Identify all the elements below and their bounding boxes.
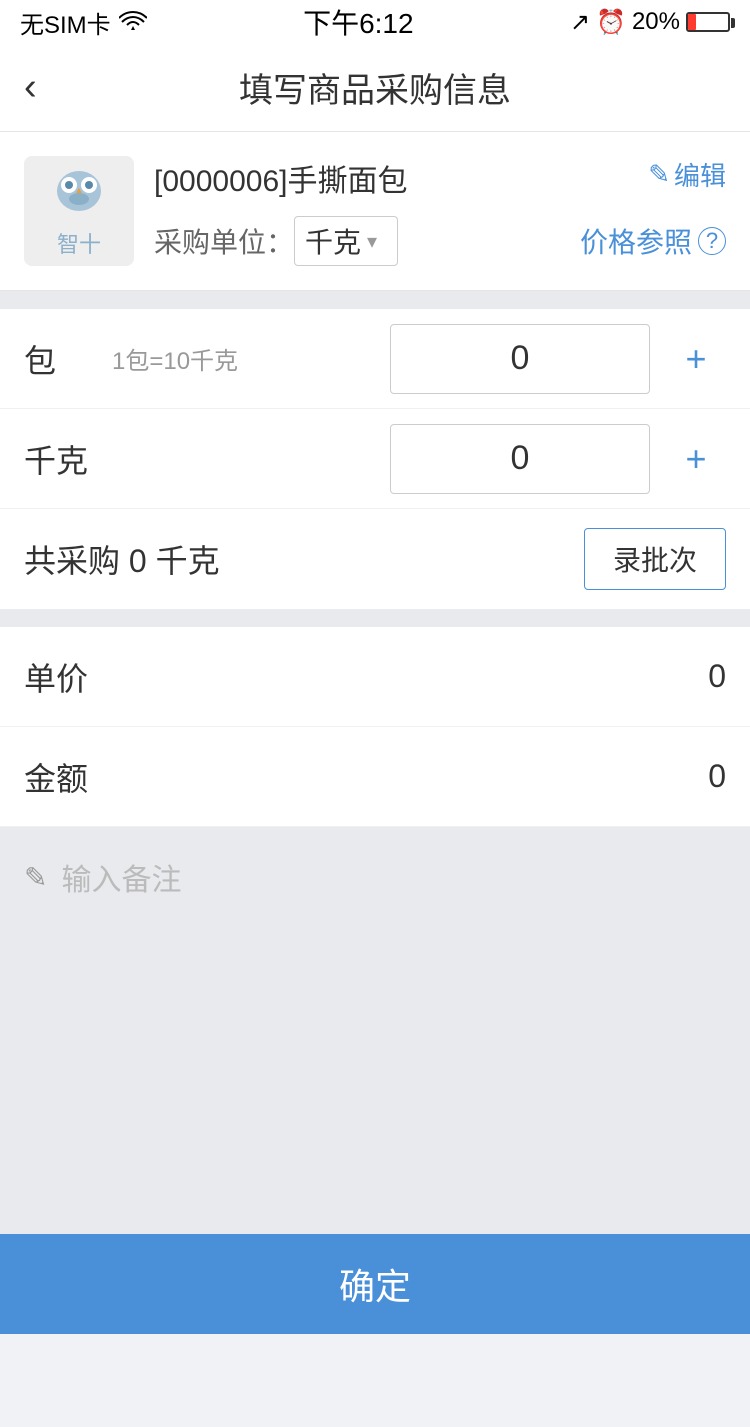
unit-select-value: 千克: [305, 221, 361, 261]
summary-row: 共采购 0 千克 录批次: [0, 509, 750, 609]
price-ref-label: 价格参照: [580, 221, 692, 261]
kg-input-wrap: +: [104, 424, 726, 494]
status-left: 无SIM卡: [20, 5, 147, 40]
bao-plus-button[interactable]: +: [666, 329, 726, 389]
record-batch-button[interactable]: 录批次: [584, 528, 726, 590]
kg-input[interactable]: [390, 424, 650, 494]
nav-bar: ‹ 填写商品采购信息: [0, 44, 750, 132]
status-right: ↗ ⏰ 20%: [570, 8, 730, 37]
edit-button[interactable]: ✎编辑: [648, 156, 726, 193]
carrier-label: 无SIM卡: [20, 5, 111, 40]
alarm-icon: ⏰: [596, 8, 626, 37]
wifi-icon: [119, 8, 147, 37]
battery-label: 20%: [632, 8, 680, 36]
section-divider-2: [0, 609, 750, 627]
location-icon: ↗: [570, 8, 590, 37]
chevron-down-icon: ▾: [367, 229, 377, 254]
bao-input[interactable]: [390, 324, 650, 394]
amount-row: 金额 0: [0, 727, 750, 827]
battery-icon: [686, 12, 730, 32]
bao-label: 包: [24, 336, 104, 382]
pencil-icon: ✎: [24, 861, 47, 894]
confirm-button[interactable]: 确定: [0, 1234, 750, 1334]
bao-input-wrap: +: [238, 324, 726, 394]
remark-placeholder: 输入备注: [61, 855, 181, 899]
product-logo-text: 智十: [57, 227, 101, 259]
bao-row: 包 1包=10千克 +: [0, 309, 750, 409]
page-title: 填写商品采购信息: [239, 63, 511, 112]
kg-label: 千克: [24, 436, 104, 482]
help-icon: ?: [698, 227, 726, 255]
product-card: 智十 [0000006]手撕面包 ✎编辑 采购单位： 千克 ▾ 价格参照 ?: [0, 132, 750, 291]
remark-section[interactable]: ✎ 输入备注: [0, 827, 750, 927]
product-info: [0000006]手撕面包 ✎编辑 采购单位： 千克 ▾ 价格参照 ?: [154, 156, 726, 266]
kg-plus-button[interactable]: +: [666, 429, 726, 489]
kg-row: 千克 +: [0, 409, 750, 509]
unit-price-label: 单价: [24, 654, 88, 700]
status-bar: 无SIM卡 下午6:12 ↗ ⏰ 20%: [0, 0, 750, 44]
status-time: 下午6:12: [303, 2, 414, 42]
product-logo: 智十: [24, 156, 134, 266]
summary-text: 共采购 0 千克: [24, 536, 220, 582]
unit-selector-group: 采购单位： 千克 ▾: [154, 216, 398, 266]
unit-select-dropdown[interactable]: 千克 ▾: [294, 216, 398, 266]
page-spacer: [0, 1327, 750, 1427]
price-ref-button[interactable]: 价格参照 ?: [580, 221, 726, 261]
unit-price-value: 0: [708, 658, 726, 695]
amount-value: 0: [708, 758, 726, 795]
product-unit-row: 采购单位： 千克 ▾ 价格参照 ?: [154, 216, 726, 266]
product-name: [0000006]手撕面包: [154, 156, 407, 200]
bao-sublabel: 1包=10千克: [112, 341, 238, 376]
back-button[interactable]: ‹: [24, 66, 37, 109]
product-header: [0000006]手撕面包 ✎编辑: [154, 156, 726, 200]
unit-label: 采购单位：: [154, 221, 294, 261]
product-logo-owl-icon: [49, 163, 109, 223]
quantity-form-section: 包 1包=10千克 + 千克 +: [0, 309, 750, 509]
price-section: 单价 0 金额 0: [0, 627, 750, 827]
unit-price-row: 单价 0: [0, 627, 750, 727]
amount-label: 金额: [24, 754, 88, 800]
section-divider-1: [0, 291, 750, 309]
